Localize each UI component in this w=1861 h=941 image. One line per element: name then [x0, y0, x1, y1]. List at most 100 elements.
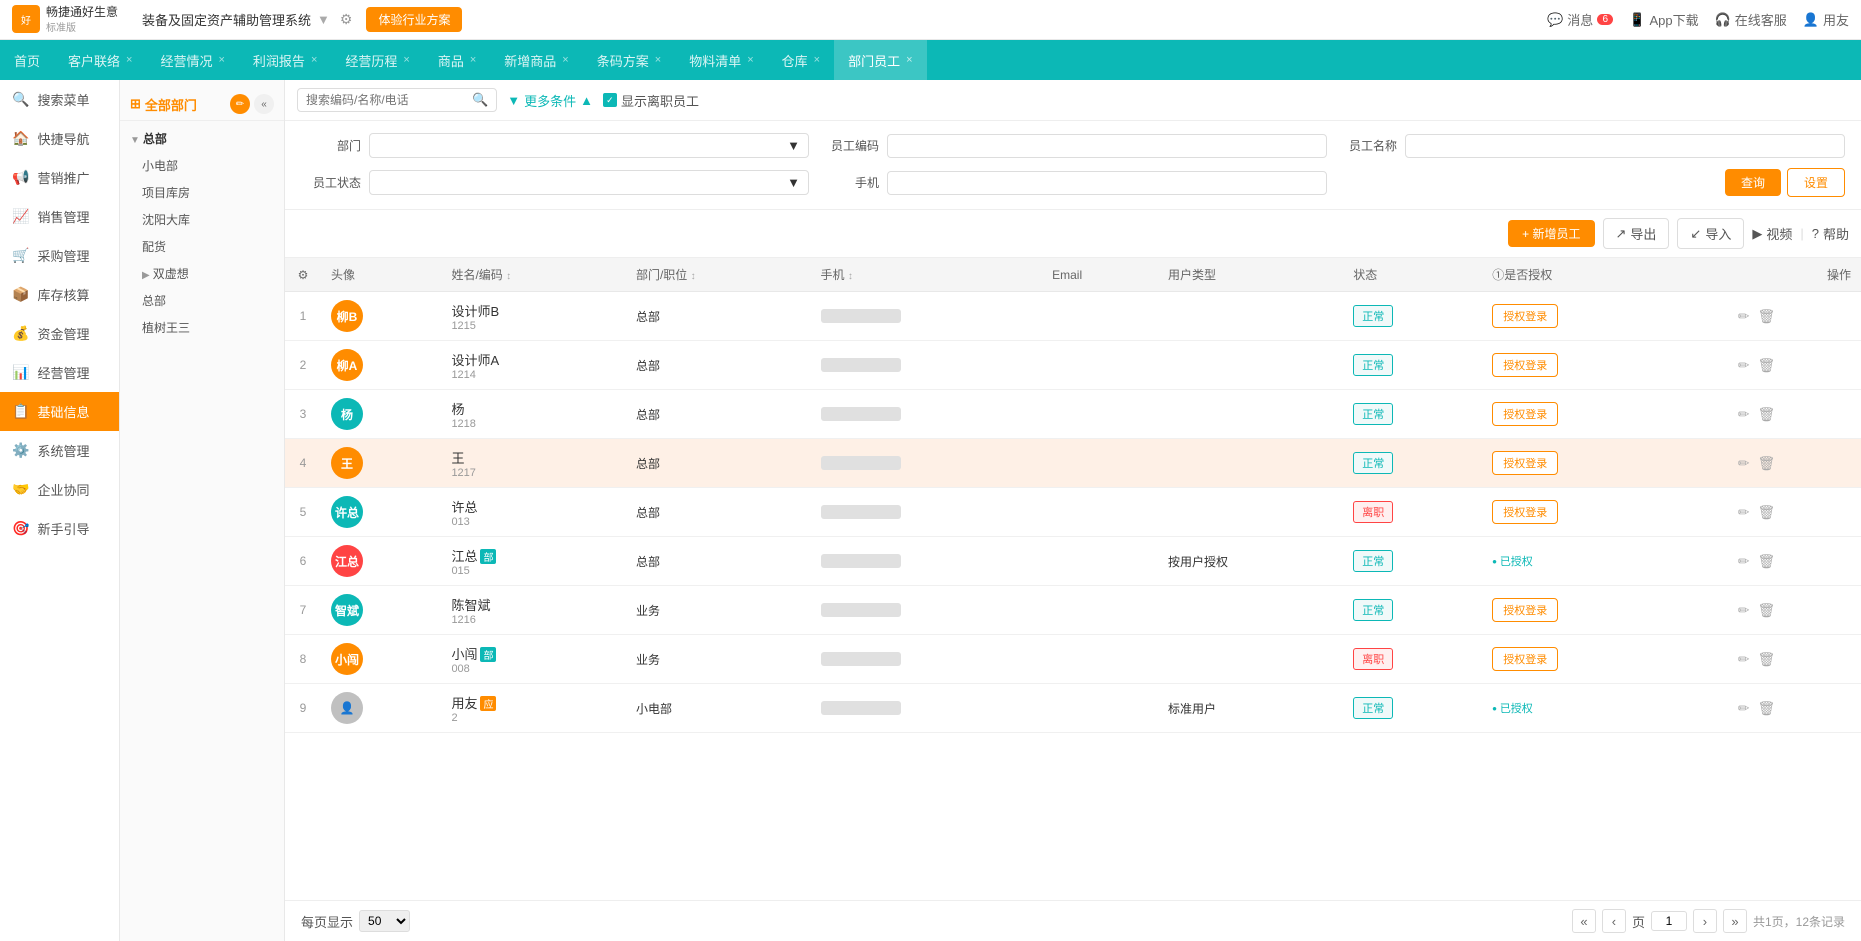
row-auth[interactable]: 授权登录	[1482, 439, 1681, 488]
row-auth[interactable]: 授权登录	[1482, 390, 1681, 439]
edit-icon[interactable]: ✏	[1738, 308, 1750, 325]
dept-node[interactable]: 小电部	[120, 152, 284, 179]
close-tab-icon[interactable]: ×	[747, 54, 753, 66]
import-button[interactable]: ↙ 导入	[1677, 218, 1744, 249]
dept-node[interactable]: 植树王三	[120, 314, 284, 341]
per-page-select[interactable]: 50 20 100	[359, 910, 410, 932]
delete-icon[interactable]: 🗑	[1757, 357, 1775, 374]
next-page-btn[interactable]: ›	[1693, 909, 1717, 933]
row-auth[interactable]: 授权登录	[1482, 488, 1681, 537]
nav-tab-仓库[interactable]: 仓库×	[768, 40, 834, 80]
sidebar-item-销售管理[interactable]: 📈销售管理	[0, 197, 119, 236]
sidebar-item-搜索菜单[interactable]: 🔍搜索菜单	[0, 80, 119, 119]
message-btn[interactable]: 💬 消息 6	[1547, 10, 1613, 29]
page-input[interactable]	[1651, 911, 1687, 931]
status-select[interactable]: ▼	[369, 170, 809, 195]
close-tab-icon[interactable]: ×	[814, 54, 820, 66]
delete-icon[interactable]: 🗑	[1757, 602, 1775, 619]
first-page-btn[interactable]: «	[1572, 909, 1596, 933]
edit-icon[interactable]: ✏	[1738, 651, 1750, 668]
search-button[interactable]: 查询	[1725, 169, 1781, 196]
help-button[interactable]: ? 帮助	[1812, 224, 1849, 243]
sidebar-item-采购管理[interactable]: 🛒采购管理	[0, 236, 119, 275]
auth-button[interactable]: 授权登录	[1492, 598, 1558, 622]
edit-icon[interactable]: ✏	[1738, 455, 1750, 472]
dept-node[interactable]: 项目库房	[120, 179, 284, 206]
prev-page-btn[interactable]: ‹	[1602, 909, 1626, 933]
nav-tab-条码方案[interactable]: 条码方案×	[583, 40, 675, 80]
delete-icon[interactable]: 🗑	[1757, 700, 1775, 717]
close-tab-icon[interactable]: ×	[562, 54, 568, 66]
auth-button[interactable]: 授权登录	[1492, 500, 1558, 524]
emp-name-input[interactable]	[1405, 134, 1845, 158]
sidebar-item-资金管理[interactable]: 💰资金管理	[0, 314, 119, 353]
sidebar-item-基础信息[interactable]: 📋基础信息	[0, 392, 119, 431]
row-auth[interactable]: •已授权	[1482, 537, 1681, 586]
show-resigned-toggle[interactable]: ✓ 显示离职员工	[603, 91, 699, 110]
col-name[interactable]: 姓名/编码 ↕	[441, 258, 626, 292]
dept-add-btn[interactable]: ✏	[230, 94, 250, 114]
search-input[interactable]	[306, 93, 466, 107]
last-page-btn[interactable]: »	[1723, 909, 1747, 933]
nav-tab-利润报告[interactable]: 利润报告×	[239, 40, 331, 80]
phone-input[interactable]	[887, 171, 1327, 195]
row-auth[interactable]: 授权登录	[1482, 341, 1681, 390]
close-tab-icon[interactable]: ×	[126, 54, 132, 66]
edit-icon[interactable]: ✏	[1738, 357, 1750, 374]
delete-icon[interactable]: 🗑	[1757, 504, 1775, 521]
row-auth[interactable]: 授权登录	[1482, 586, 1681, 635]
edit-icon[interactable]: ✏	[1738, 602, 1750, 619]
col-phone[interactable]: 手机 ↕	[811, 258, 1043, 292]
sidebar-item-企业协同[interactable]: 🤝企业协同	[0, 470, 119, 509]
nav-tab-物料清单[interactable]: 物料清单×	[675, 40, 767, 80]
edit-icon[interactable]: ✏	[1738, 406, 1750, 423]
user-btn[interactable]: 👤 用友	[1803, 10, 1849, 29]
app-download-btn[interactable]: 📱 App下载	[1629, 10, 1698, 29]
dept-collapse-btn[interactable]: «	[254, 94, 274, 114]
close-tab-icon[interactable]: ×	[311, 54, 317, 66]
auth-button[interactable]: 授权登录	[1492, 353, 1558, 377]
col-dept[interactable]: 部门/职位 ↕	[626, 258, 811, 292]
close-tab-icon[interactable]: ×	[403, 54, 409, 66]
search-icon[interactable]: 🔍	[472, 92, 488, 108]
sidebar-item-新手引导[interactable]: 🎯新手引导	[0, 509, 119, 548]
support-btn[interactable]: 🎧 在线客服	[1715, 10, 1787, 29]
delete-icon[interactable]: 🗑	[1757, 553, 1775, 570]
auth-button[interactable]: 授权登录	[1492, 451, 1558, 475]
auth-button[interactable]: 授权登录	[1492, 304, 1558, 328]
gear-icon[interactable]: ⚙	[340, 11, 353, 28]
row-auth[interactable]: 授权登录	[1482, 635, 1681, 684]
add-employee-button[interactable]: + 新增员工	[1508, 220, 1594, 247]
dept-node[interactable]: 总部	[120, 287, 284, 314]
auth-button[interactable]: 授权登录	[1492, 402, 1558, 426]
close-tab-icon[interactable]: ×	[906, 54, 912, 66]
sidebar-item-营销推广[interactable]: 📢营销推广	[0, 158, 119, 197]
sidebar-item-系统管理[interactable]: ⚙️系统管理	[0, 431, 119, 470]
dept-node[interactable]: 沈阳大库	[120, 206, 284, 233]
close-tab-icon[interactable]: ×	[470, 54, 476, 66]
delete-icon[interactable]: 🗑	[1757, 455, 1775, 472]
dept-select[interactable]: ▼	[369, 133, 809, 158]
col-settings[interactable]: ⚙	[285, 258, 321, 292]
row-auth[interactable]: •已授权	[1482, 684, 1681, 733]
nav-tab-经营情况[interactable]: 经营情况×	[146, 40, 238, 80]
nav-tab-部门员工[interactable]: 部门员工×	[834, 40, 926, 80]
delete-icon[interactable]: 🗑	[1757, 406, 1775, 423]
edit-icon[interactable]: ✏	[1738, 700, 1750, 717]
nav-tab-新增商品[interactable]: 新增商品×	[490, 40, 582, 80]
set-button[interactable]: 设置	[1787, 168, 1845, 197]
dept-node[interactable]: ▼总部	[120, 125, 284, 152]
trial-button[interactable]: 体验行业方案	[366, 7, 462, 32]
close-tab-icon[interactable]: ×	[218, 54, 224, 66]
sidebar-item-快捷导航[interactable]: 🏠快捷导航	[0, 119, 119, 158]
emp-code-input[interactable]	[887, 134, 1327, 158]
close-tab-icon[interactable]: ×	[655, 54, 661, 66]
delete-icon[interactable]: 🗑	[1757, 308, 1775, 325]
nav-tab-首页[interactable]: 首页	[0, 40, 54, 80]
sidebar-item-库存核算[interactable]: 📦库存核算	[0, 275, 119, 314]
export-button[interactable]: ↗ 导出	[1603, 218, 1670, 249]
dropdown-arrow-icon[interactable]: ▼	[317, 12, 330, 27]
sidebar-item-经营管理[interactable]: 📊经营管理	[0, 353, 119, 392]
auth-button[interactable]: 授权登录	[1492, 647, 1558, 671]
view-button[interactable]: ▶ 视频	[1752, 224, 1792, 243]
